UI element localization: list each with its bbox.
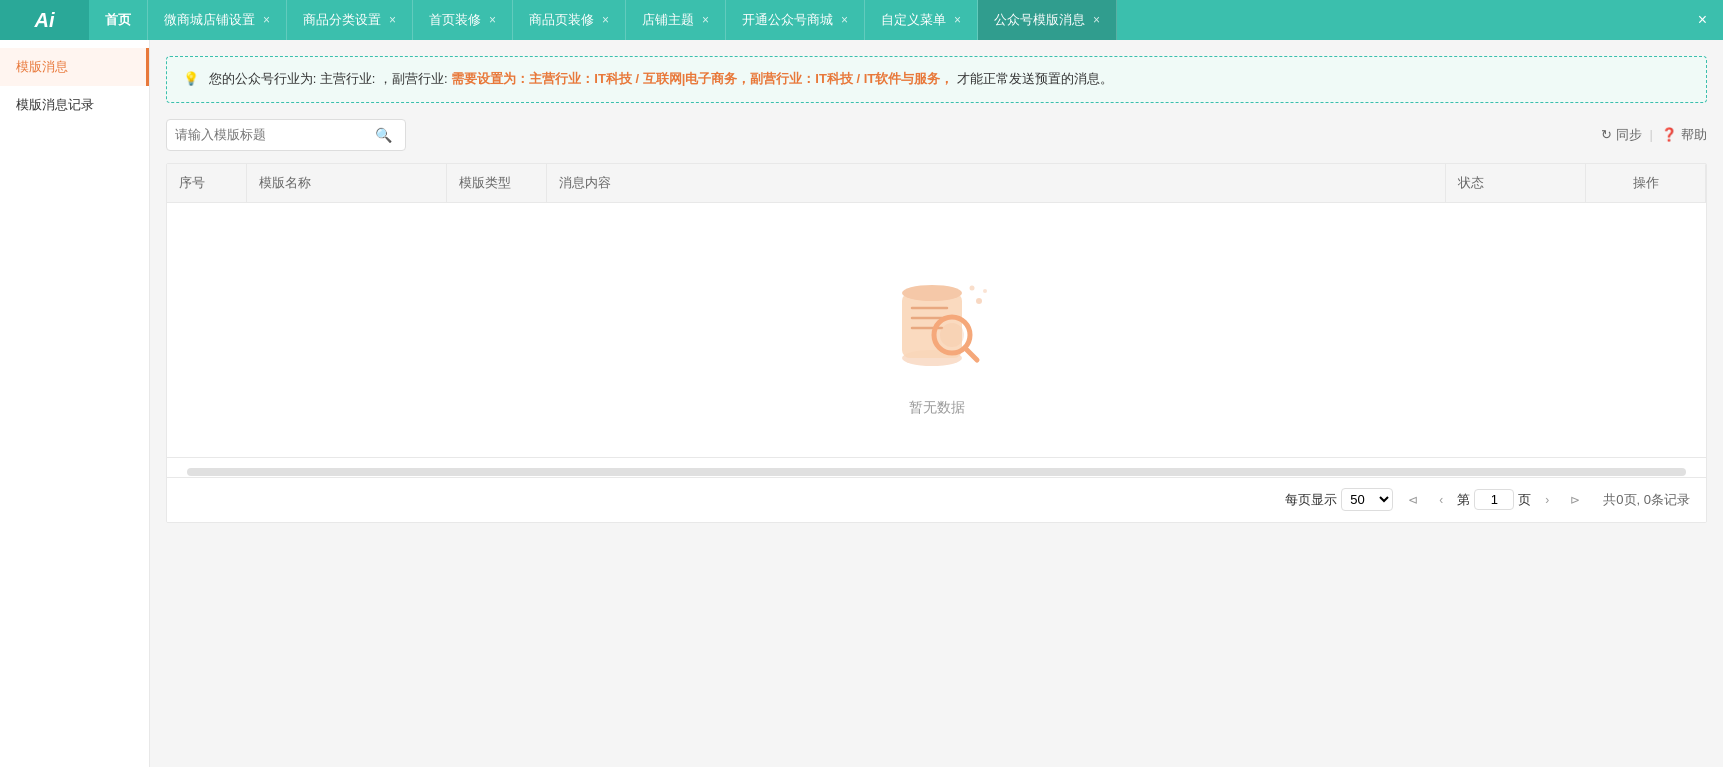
search-bar: 🔍 ↻ 同步 | ❓ 帮助	[166, 119, 1707, 151]
page-nav: ⊲ ‹ 第 页 › ⊳	[1401, 488, 1587, 512]
svg-point-10	[983, 289, 987, 293]
notice-highlight: 需要设置为：主营行业：IT科技 / 互联网|电子商务，副营行业：IT科技 / I…	[451, 71, 953, 86]
th-content: 消息内容	[547, 164, 1446, 202]
svg-point-9	[976, 298, 982, 304]
content-area: 💡 您的公众号行业为: 主营行业: ，副营行业: 需要设置为：主营行业：IT科技…	[150, 40, 1723, 767]
next-page-button[interactable]: ›	[1535, 488, 1559, 512]
prev-page-button[interactable]: ‹	[1429, 488, 1453, 512]
main-layout: 模版消息 模版消息记录 💡 您的公众号行业为: 主营行业: ，副营行业: 需要设…	[0, 40, 1723, 767]
tab-template-msg-label: 公众号模版消息	[994, 11, 1085, 29]
page-size-select: 每页显示 10 20 50 100	[1285, 488, 1393, 511]
tab-custom-menu-close[interactable]: ×	[954, 13, 961, 27]
tab-category[interactable]: 商品分类设置 ×	[287, 0, 413, 40]
tab-home-decor[interactable]: 首页装修 ×	[413, 0, 513, 40]
th-seq: 序号	[167, 164, 247, 202]
sync-label: 同步	[1616, 126, 1642, 144]
tab-store-theme-label: 店铺主题	[642, 11, 694, 29]
tab-store-theme-close[interactable]: ×	[702, 13, 709, 27]
table-header: 序号 模版名称 模版类型 消息内容 状态 操作	[167, 164, 1706, 203]
tab-wechat-store-close[interactable]: ×	[263, 13, 270, 27]
notice-box: 💡 您的公众号行业为: 主营行业: ，副营行业: 需要设置为：主营行业：IT科技…	[166, 56, 1707, 103]
data-table: 序号 模版名称 模版类型 消息内容 状态 操作	[166, 163, 1707, 523]
pagination: 每页显示 10 20 50 100 ⊲ ‹ 第 页 › ⊳	[167, 477, 1706, 522]
page-unit: 页	[1518, 491, 1531, 509]
svg-point-2	[902, 285, 962, 301]
toolbar-divider: |	[1650, 127, 1653, 142]
sidebar-item-template-msg[interactable]: 模版消息	[0, 48, 149, 86]
notice-icon: 💡	[183, 71, 199, 86]
help-button[interactable]: ❓ 帮助	[1661, 126, 1707, 144]
sidebar-item-template-msg-log[interactable]: 模版消息记录	[0, 86, 149, 124]
logo-text: Ai	[35, 9, 55, 32]
tab-template-msg-close[interactable]: ×	[1093, 13, 1100, 27]
svg-line-8	[965, 348, 977, 360]
search-input[interactable]	[175, 127, 375, 142]
empty-state: 暂无数据	[167, 203, 1706, 457]
notice-prefix: 您的公众号行业为: 主营行业: ，副营行业:	[209, 71, 452, 86]
svg-point-11	[969, 285, 974, 290]
tab-category-close[interactable]: ×	[389, 13, 396, 27]
th-type: 模版类型	[447, 164, 547, 202]
search-icon[interactable]: 🔍	[375, 127, 392, 143]
help-icon: ❓	[1661, 127, 1677, 142]
sidebar: 模版消息 模版消息记录	[0, 40, 150, 767]
horizontal-scrollbar[interactable]	[167, 457, 1706, 477]
tab-open-mall-close[interactable]: ×	[841, 13, 848, 27]
tab-bar: Ai 首页 微商城店铺设置 × 商品分类设置 × 首页装修 × 商品页装修 × …	[0, 0, 1723, 40]
tab-category-label: 商品分类设置	[303, 11, 381, 29]
th-name: 模版名称	[247, 164, 447, 202]
notice-suffix: 才能正常发送预置的消息。	[957, 71, 1113, 86]
tab-wechat-store[interactable]: 微商城店铺设置 ×	[148, 0, 287, 40]
scrollbar-track	[187, 468, 1686, 476]
sync-icon: ↻	[1601, 127, 1612, 142]
tab-home[interactable]: 首页	[89, 0, 148, 40]
tab-product-decor[interactable]: 商品页装修 ×	[513, 0, 626, 40]
tab-product-decor-label: 商品页装修	[529, 11, 594, 29]
tab-home-label: 首页	[105, 11, 131, 29]
tab-home-decor-close[interactable]: ×	[489, 13, 496, 27]
help-label: 帮助	[1681, 126, 1707, 144]
tab-custom-menu[interactable]: 自定义菜单 ×	[865, 0, 978, 40]
tab-open-mall[interactable]: 开通公众号商城 ×	[726, 0, 865, 40]
tab-open-mall-label: 开通公众号商城	[742, 11, 833, 29]
search-input-wrap: 🔍	[166, 119, 406, 151]
last-page-button[interactable]: ⊳	[1563, 488, 1587, 512]
page-label: 第	[1457, 491, 1470, 509]
svg-point-7	[940, 323, 964, 347]
empty-icon	[877, 263, 997, 383]
page-size-label: 每页显示	[1285, 491, 1337, 509]
tab-custom-menu-label: 自定义菜单	[881, 11, 946, 29]
tab-store-theme[interactable]: 店铺主题 ×	[626, 0, 726, 40]
page-size-dropdown[interactable]: 10 20 50 100	[1341, 488, 1393, 511]
empty-text: 暂无数据	[909, 399, 965, 417]
close-all-button[interactable]: ×	[1682, 11, 1723, 29]
page-number-input[interactable]	[1474, 489, 1514, 510]
th-action: 操作	[1586, 164, 1706, 202]
tab-home-decor-label: 首页装修	[429, 11, 481, 29]
toolbar-right: ↻ 同步 | ❓ 帮助	[1601, 126, 1707, 144]
first-page-button[interactable]: ⊲	[1401, 488, 1425, 512]
tab-product-decor-close[interactable]: ×	[602, 13, 609, 27]
th-status: 状态	[1446, 164, 1586, 202]
sidebar-item-template-msg-log-label: 模版消息记录	[16, 97, 94, 112]
total-info: 共0页, 0条记录	[1603, 491, 1690, 509]
logo: Ai	[0, 0, 89, 40]
tab-template-msg[interactable]: 公众号模版消息 ×	[978, 0, 1117, 40]
sidebar-item-template-msg-label: 模版消息	[16, 59, 68, 74]
tab-wechat-store-label: 微商城店铺设置	[164, 11, 255, 29]
sync-button[interactable]: ↻ 同步	[1601, 126, 1642, 144]
